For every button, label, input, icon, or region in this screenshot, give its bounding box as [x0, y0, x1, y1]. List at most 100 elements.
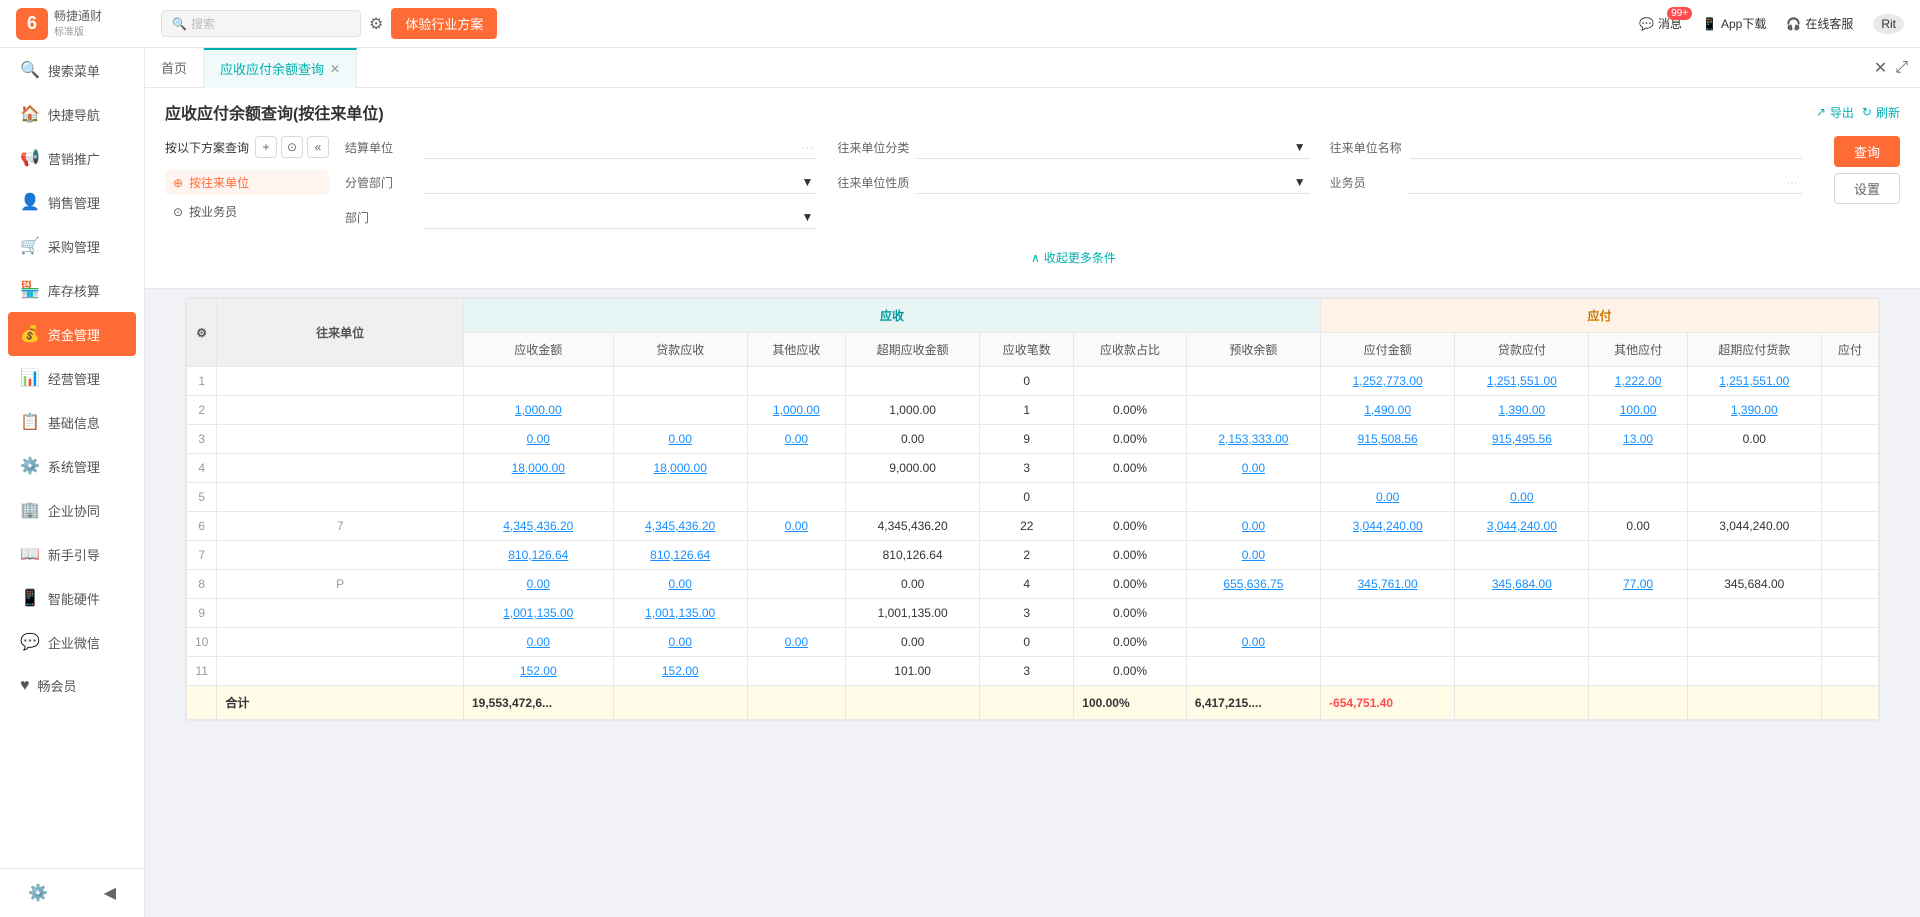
rec-other-6[interactable]: 0.00 [747, 512, 845, 541]
staff-input[interactable]: ··· [1408, 171, 1802, 194]
export-button[interactable]: ↗ 导出 [1816, 104, 1854, 121]
rec-amount-7[interactable]: 810,126.64 [463, 541, 613, 570]
dept-manager-select[interactable]: ▼ [423, 171, 817, 194]
settlement-unit-input[interactable]: ··· [423, 136, 817, 159]
rec-loan-3[interactable]: 0.00 [613, 425, 747, 454]
dept-chevron: ▼ [801, 210, 813, 224]
rec-amount-4[interactable]: 18,000.00 [463, 454, 613, 483]
sidebar-settings-icon[interactable]: ⚙️ [28, 883, 48, 903]
pay-other-2[interactable]: 100.00 [1589, 396, 1687, 425]
pay-loan-1[interactable]: 1,251,551.00 [1455, 367, 1589, 396]
user-avatar[interactable]: Rit [1873, 17, 1904, 31]
pay-overdue-2[interactable]: 1,390.00 [1687, 396, 1821, 425]
sidebar-item-member[interactable]: ♥ 畅会员 [0, 664, 144, 707]
sidebar-item-hardware[interactable]: 📱 智能硬件 [0, 576, 144, 620]
rec-amount-2[interactable]: 1,000.00 [463, 396, 613, 425]
rec-other-3[interactable]: 0.00 [747, 425, 845, 454]
tab-close-window-icon[interactable]: ✕ [1874, 58, 1887, 78]
rec-loan-7[interactable]: 810,126.64 [613, 541, 747, 570]
partner-name-input[interactable] [1410, 136, 1802, 159]
header-search[interactable]: 🔍 搜索 [161, 10, 361, 37]
page-title: 应收应付余额查询(按往来单位) [165, 100, 384, 124]
pay-amount-5[interactable]: 0.00 [1321, 483, 1455, 512]
sidebar-item-sales[interactable]: 👤 销售管理 [0, 180, 144, 224]
settings-icon[interactable]: ⚙ [369, 14, 383, 34]
rec-amount-10[interactable]: 0.00 [463, 628, 613, 657]
filter-by-staff[interactable]: ⊙ 按业务员 [165, 199, 329, 224]
rec-advance-4[interactable]: 0.00 [1186, 454, 1320, 483]
rec-loan-10[interactable]: 0.00 [613, 628, 747, 657]
tab-home[interactable]: 首页 [145, 48, 204, 88]
filter-by-partner[interactable]: ⊕ 按往来单位 [165, 170, 329, 195]
filter-dept: 部门 ▼ [345, 206, 817, 229]
rec-other-2[interactable]: 1,000.00 [747, 396, 845, 425]
solution-button[interactable]: 体验行业方案 [391, 8, 497, 39]
rec-advance-3[interactable]: 2,153,333.00 [1186, 425, 1320, 454]
rec-amount-8[interactable]: 0.00 [463, 570, 613, 599]
filter-add-btn[interactable]: + [255, 136, 277, 158]
sidebar-item-marketing[interactable]: 📢 营销推广 [0, 136, 144, 180]
sidebar-item-system[interactable]: ⚙️ 系统管理 [0, 444, 144, 488]
rec-advance-10[interactable]: 0.00 [1186, 628, 1320, 657]
rec-loan-4[interactable]: 18,000.00 [613, 454, 747, 483]
rec-other-11 [747, 657, 845, 686]
message-button[interactable]: 💬 消息 99+ [1639, 15, 1682, 32]
sidebar-item-wechat[interactable]: 💬 企业微信 [0, 620, 144, 664]
collapse-conditions-btn[interactable]: ∧ 收起更多条件 [345, 243, 1802, 272]
sidebar-item-purchase[interactable]: 🛒 采购管理 [0, 224, 144, 268]
refresh-button[interactable]: ↻ 刷新 [1862, 104, 1900, 121]
tab-close-icon[interactable]: ✕ [330, 62, 340, 76]
pay-amount-2[interactable]: 1,490.00 [1321, 396, 1455, 425]
pay-loan-6[interactable]: 3,044,240.00 [1455, 512, 1589, 541]
filter-edit-btn[interactable]: ⊙ [281, 136, 303, 158]
rec-amount-3[interactable]: 0.00 [463, 425, 613, 454]
sidebar-collapse-icon[interactable]: ◀ [104, 883, 116, 903]
sidebar-item-enterprise[interactable]: 🏢 企业协同 [0, 488, 144, 532]
tab-receivable[interactable]: 应收应付余额查询 ✕ [204, 48, 357, 88]
pay-loan-5[interactable]: 0.00 [1455, 483, 1589, 512]
filter-collapse-btn[interactable]: « [307, 136, 329, 158]
sidebar-item-finance[interactable]: 💰 资金管理 [8, 312, 136, 356]
rec-amount-6[interactable]: 4,345,436.20 [463, 512, 613, 541]
partner-category-select[interactable]: ▼ [917, 136, 1309, 159]
dept-select[interactable]: ▼ [423, 206, 817, 229]
rec-advance-7[interactable]: 0.00 [1186, 541, 1320, 570]
pay-loan-3[interactable]: 915,495.56 [1455, 425, 1589, 454]
settings-button[interactable]: 设置 [1834, 173, 1900, 204]
query-button[interactable]: 查询 [1834, 136, 1900, 167]
col-rec-count: 应收笔数 [980, 333, 1074, 367]
sidebar-item-inventory[interactable]: 🏪 库存核算 [0, 268, 144, 312]
pay-amount-1[interactable]: 1,252,773.00 [1321, 367, 1455, 396]
rec-loan-8[interactable]: 0.00 [613, 570, 747, 599]
pay-amount-8[interactable]: 345,761.00 [1321, 570, 1455, 599]
sidebar-item-guide[interactable]: 📖 新手引导 [0, 532, 144, 576]
rec-loan-9[interactable]: 1,001,135.00 [613, 599, 747, 628]
online-service-button[interactable]: 🎧 在线客服 [1786, 15, 1853, 32]
sidebar-item-search-menu[interactable]: 🔍 搜索菜单 [0, 48, 144, 92]
sidebar-item-basic-info[interactable]: 📋 基础信息 [0, 400, 144, 444]
sidebar-item-operations[interactable]: 📊 经营管理 [0, 356, 144, 400]
pay-overdue-1[interactable]: 1,251,551.00 [1687, 367, 1821, 396]
pay-amount-6[interactable]: 3,044,240.00 [1321, 512, 1455, 541]
rec-advance-8[interactable]: 655,636.75 [1186, 570, 1320, 599]
pay-other-8[interactable]: 77.00 [1589, 570, 1687, 599]
table-settings-col[interactable]: ⚙ [187, 299, 217, 367]
app-download-button[interactable]: 📱 App下载 [1702, 15, 1766, 32]
pay-amount-3[interactable]: 915,508.56 [1321, 425, 1455, 454]
rec-count-1: 0 [980, 367, 1074, 396]
filter-icon-group: + ⊙ « [255, 136, 329, 158]
pay-loan-2[interactable]: 1,390.00 [1455, 396, 1589, 425]
rec-advance-11 [1186, 657, 1320, 686]
pay-other-3[interactable]: 13.00 [1589, 425, 1687, 454]
rec-other-10[interactable]: 0.00 [747, 628, 845, 657]
partner-nature-select[interactable]: ▼ [917, 171, 1309, 194]
rec-advance-6[interactable]: 0.00 [1186, 512, 1320, 541]
rec-loan-11[interactable]: 152.00 [613, 657, 747, 686]
rec-amount-9[interactable]: 1,001,135.00 [463, 599, 613, 628]
rec-loan-6[interactable]: 4,345,436.20 [613, 512, 747, 541]
pay-loan-8[interactable]: 345,684.00 [1455, 570, 1589, 599]
pay-other-1[interactable]: 1,222.00 [1589, 367, 1687, 396]
tab-maximize-icon[interactable]: ⤢ [1895, 59, 1908, 77]
rec-amount-11[interactable]: 152.00 [463, 657, 613, 686]
sidebar-item-quick-nav[interactable]: 🏠 快捷导航 [0, 92, 144, 136]
